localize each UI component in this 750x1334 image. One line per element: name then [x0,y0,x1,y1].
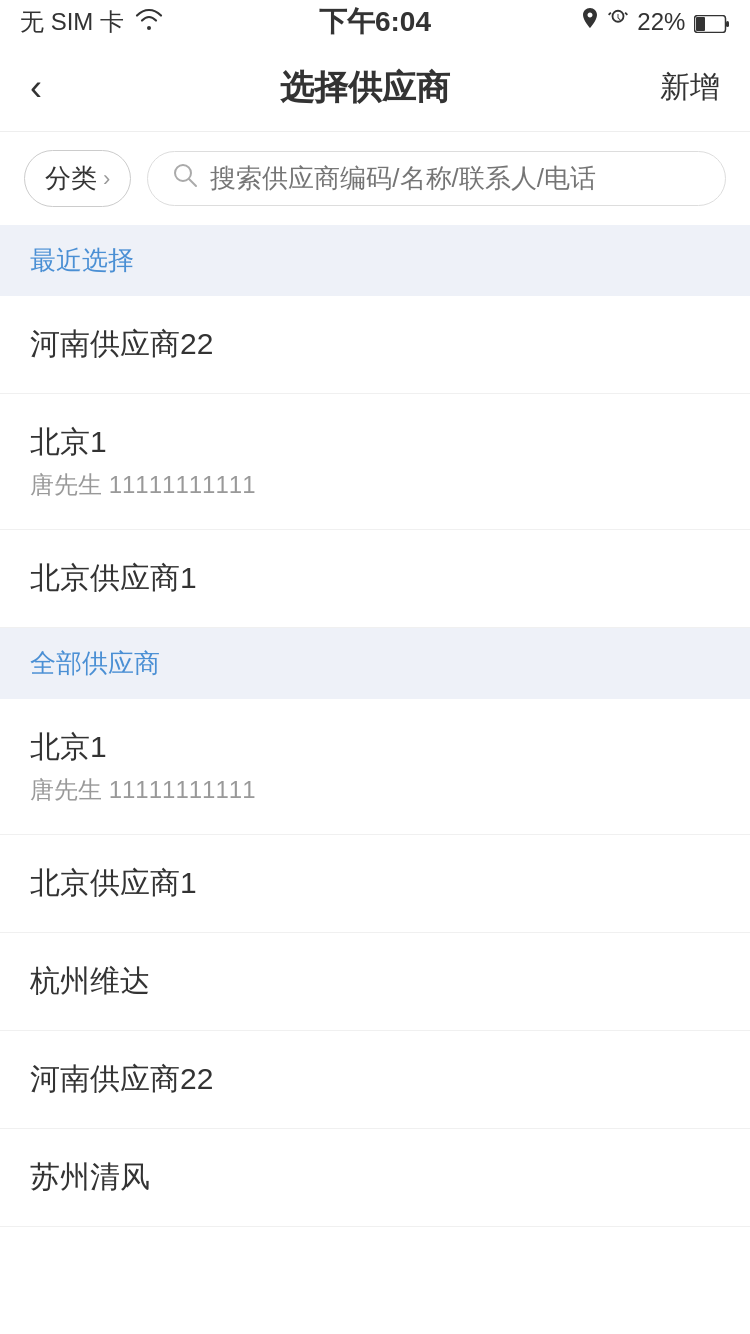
location-icon [581,8,599,36]
item-name: 北京1 [30,727,720,768]
svg-rect-1 [696,17,705,31]
category-button[interactable]: 分类 › [24,150,131,207]
category-label: 分类 [45,161,97,196]
battery-label: 22% [637,8,730,36]
status-left: 无 SIM 卡 [20,6,164,38]
item-name: 北京供应商1 [30,863,720,904]
svg-rect-2 [726,21,729,27]
recent-section-header: 最近选择 [0,225,750,296]
status-right: 22% [581,8,730,36]
svg-line-4 [189,179,196,186]
filter-row: 分类 › [0,132,750,225]
status-time: 下午6:04 [319,3,431,41]
all-section-header: 全部供应商 [0,628,750,699]
item-name: 北京供应商1 [30,558,720,599]
list-item[interactable]: 北京1 唐先生 11111111111 [0,699,750,835]
list-item[interactable]: 苏州清风 [0,1129,750,1227]
recent-items-list: 河南供应商22 北京1 唐先生 11111111111 北京供应商1 [0,296,750,628]
list-item[interactable]: 河南供应商22 [0,296,750,394]
carrier-label: 无 SIM 卡 [20,6,124,38]
page-title: 选择供应商 [90,65,640,111]
list-item[interactable]: 河南供应商22 [0,1031,750,1129]
search-box[interactable] [147,151,726,206]
list-item[interactable]: 杭州维达 [0,933,750,1031]
item-name: 河南供应商22 [30,324,720,365]
back-button[interactable]: ‹ [30,67,90,109]
list-item[interactable]: 北京供应商1 [0,835,750,933]
nav-bar: ‹ 选择供应商 新增 [0,44,750,132]
item-name: 杭州维达 [30,961,720,1002]
item-sub: 唐先生 11111111111 [30,774,720,806]
search-input[interactable] [210,163,701,194]
add-button[interactable]: 新增 [640,67,720,108]
wifi-icon [134,8,164,36]
status-bar: 无 SIM 卡 下午6:04 22% [0,0,750,44]
list-item[interactable]: 北京供应商1 [0,530,750,628]
search-icon [172,162,198,195]
item-sub: 唐先生 11111111111 [30,469,720,501]
item-name: 苏州清风 [30,1157,720,1198]
recent-section-label: 最近选择 [30,245,134,275]
item-name: 河南供应商22 [30,1059,720,1100]
all-section-label: 全部供应商 [30,648,160,678]
alarm-icon [607,8,629,36]
list-item[interactable]: 北京1 唐先生 11111111111 [0,394,750,530]
all-items-list: 北京1 唐先生 11111111111 北京供应商1 杭州维达河南供应商22 苏州清风 [0,699,750,1227]
item-name: 北京1 [30,422,720,463]
chevron-right-icon: › [103,166,110,192]
